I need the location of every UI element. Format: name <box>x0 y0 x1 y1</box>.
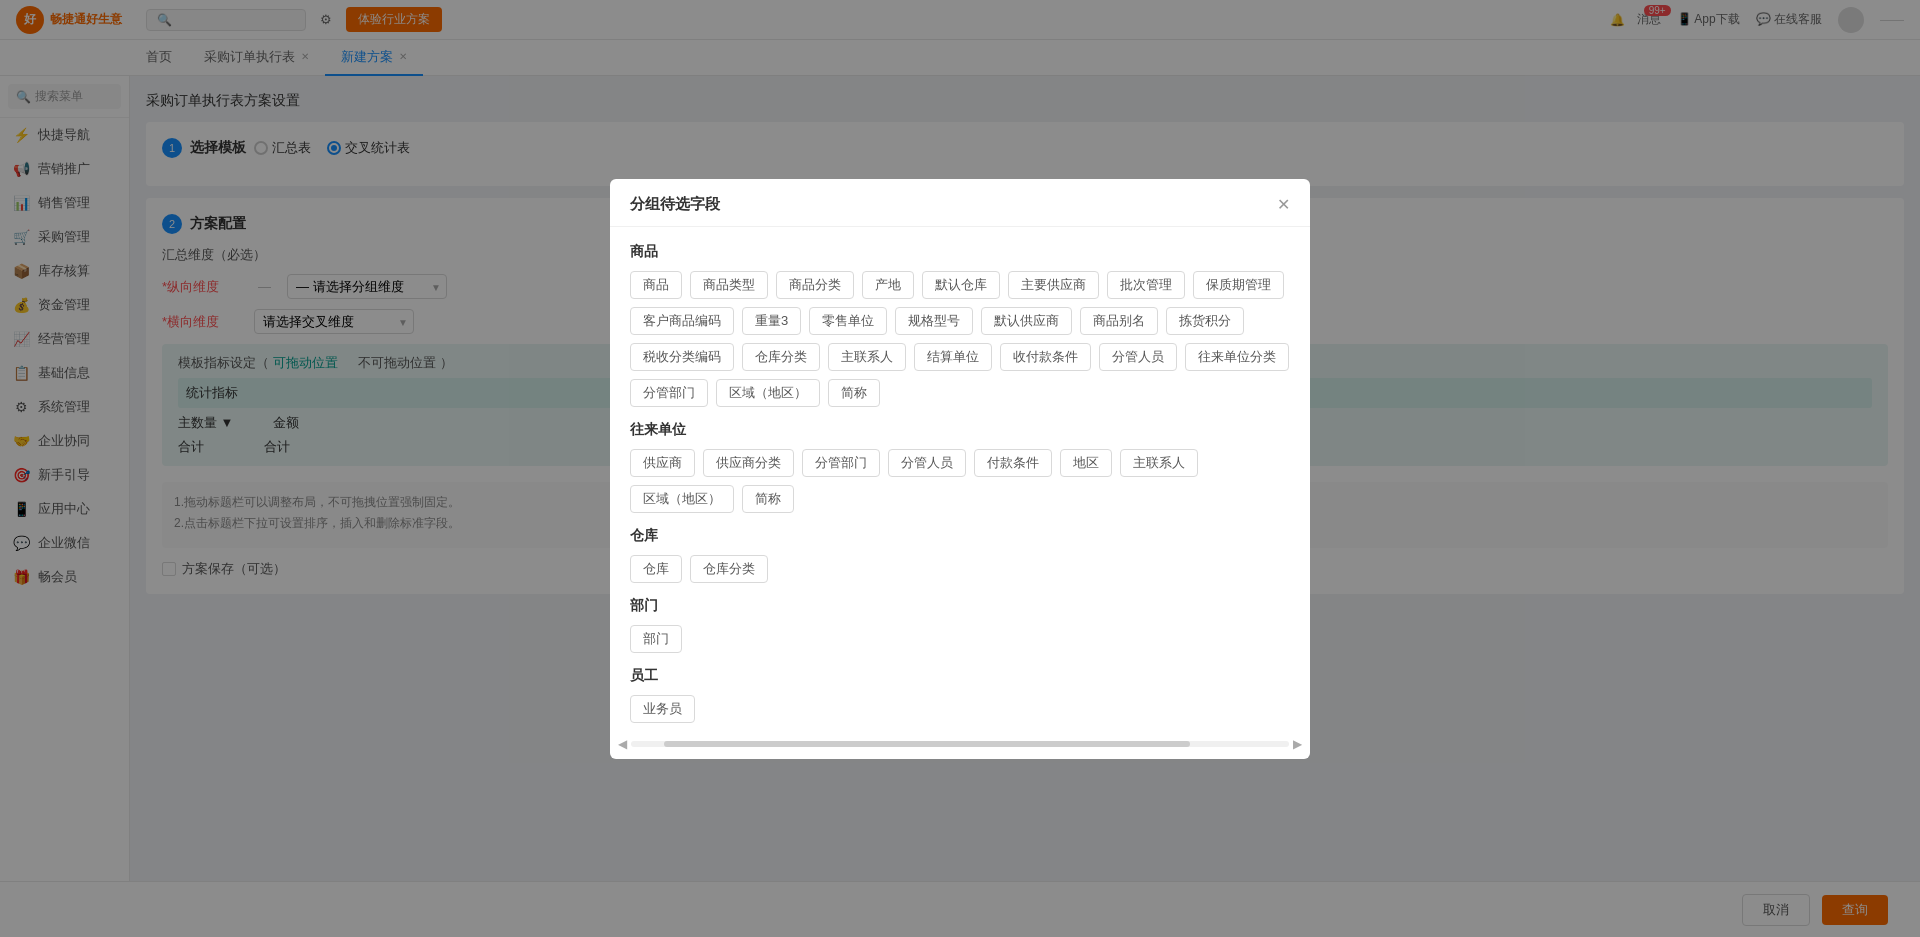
modal-body[interactable]: 商品 商品商品类型商品分类产地默认仓库主要供应商批次管理保质期管理客户商品编码重… <box>610 227 1310 733</box>
field-tag[interactable]: 结算单位 <box>914 343 992 371</box>
field-grid-warehouse: 仓库仓库分类 <box>630 555 1290 583</box>
field-tag[interactable]: 重量3 <box>742 307 801 335</box>
field-tag[interactable]: 分管部门 <box>802 449 880 477</box>
field-tag[interactable]: 地区 <box>1060 449 1112 477</box>
modal-header: 分组待选字段 ✕ <box>610 179 1310 227</box>
field-tag[interactable]: 简称 <box>742 485 794 513</box>
field-tag[interactable]: 税收分类编码 <box>630 343 734 371</box>
field-grid-goods: 商品商品类型商品分类产地默认仓库主要供应商批次管理保质期管理客户商品编码重量3 零… <box>630 271 1290 407</box>
field-tag[interactable]: 分管人员 <box>888 449 966 477</box>
field-tag[interactable]: 主联系人 <box>1120 449 1198 477</box>
field-tag[interactable]: 商品别名 <box>1080 307 1158 335</box>
field-tag[interactable]: 业务员 <box>630 695 695 723</box>
field-tag[interactable]: 商品 <box>630 271 682 299</box>
field-tag[interactable]: 仓库 <box>630 555 682 583</box>
modal-scrollbar-area: ◀ ▶ <box>610 733 1310 759</box>
scroll-left-btn[interactable]: ◀ <box>618 737 627 751</box>
field-tag[interactable]: 规格型号 <box>895 307 973 335</box>
modal-horizontal-scrollbar[interactable] <box>631 741 1289 747</box>
field-tag[interactable]: 默认供应商 <box>981 307 1072 335</box>
field-tag[interactable]: 仓库分类 <box>742 343 820 371</box>
field-tag[interactable]: 分管人员 <box>1099 343 1177 371</box>
field-tag[interactable]: 付款条件 <box>974 449 1052 477</box>
modal-close-button[interactable]: ✕ <box>1277 195 1290 214</box>
field-tag[interactable]: 分管部门 <box>630 379 708 407</box>
field-tag[interactable]: 商品分类 <box>776 271 854 299</box>
section-title-staff: 员工 <box>630 667 1290 685</box>
field-tag[interactable]: 供应商 <box>630 449 695 477</box>
field-tag[interactable]: 区域（地区） <box>630 485 734 513</box>
modal-title: 分组待选字段 <box>630 195 720 214</box>
field-grid-dept: 部门 <box>630 625 1290 653</box>
section-title-warehouse: 仓库 <box>630 527 1290 545</box>
section-title-dept: 部门 <box>630 597 1290 615</box>
field-tag[interactable]: 主联系人 <box>828 343 906 371</box>
field-tag[interactable]: 部门 <box>630 625 682 653</box>
field-tag[interactable]: 简称 <box>828 379 880 407</box>
field-tag[interactable]: 产地 <box>862 271 914 299</box>
field-tag[interactable]: 商品类型 <box>690 271 768 299</box>
scroll-right-btn[interactable]: ▶ <box>1293 737 1302 751</box>
field-tag[interactable]: 保质期管理 <box>1193 271 1284 299</box>
field-tag[interactable]: 零售单位 <box>809 307 887 335</box>
field-tag[interactable]: 区域（地区） <box>716 379 820 407</box>
field-tag[interactable]: 批次管理 <box>1107 271 1185 299</box>
field-tag[interactable]: 主要供应商 <box>1008 271 1099 299</box>
field-tag[interactable]: 收付款条件 <box>1000 343 1091 371</box>
field-tag[interactable]: 默认仓库 <box>922 271 1000 299</box>
field-tag[interactable]: 仓库分类 <box>690 555 768 583</box>
field-tag[interactable]: 拣货积分 <box>1166 307 1244 335</box>
field-tag[interactable]: 供应商分类 <box>703 449 794 477</box>
scroll-thumb <box>664 741 1190 747</box>
field-tag[interactable]: 往来单位分类 <box>1185 343 1289 371</box>
field-tag[interactable]: 客户商品编码 <box>630 307 734 335</box>
field-selection-modal: 分组待选字段 ✕ 商品 商品商品类型商品分类产地默认仓库主要供应商批次管理保质期… <box>610 179 1310 759</box>
field-grid-staff: 业务员 <box>630 695 1290 723</box>
field-grid-partner: 供应商供应商分类分管部门分管人员付款条件地区主联系人区域（地区） 简称 <box>630 449 1290 513</box>
section-title-partner: 往来单位 <box>630 421 1290 439</box>
section-title-goods: 商品 <box>630 243 1290 261</box>
